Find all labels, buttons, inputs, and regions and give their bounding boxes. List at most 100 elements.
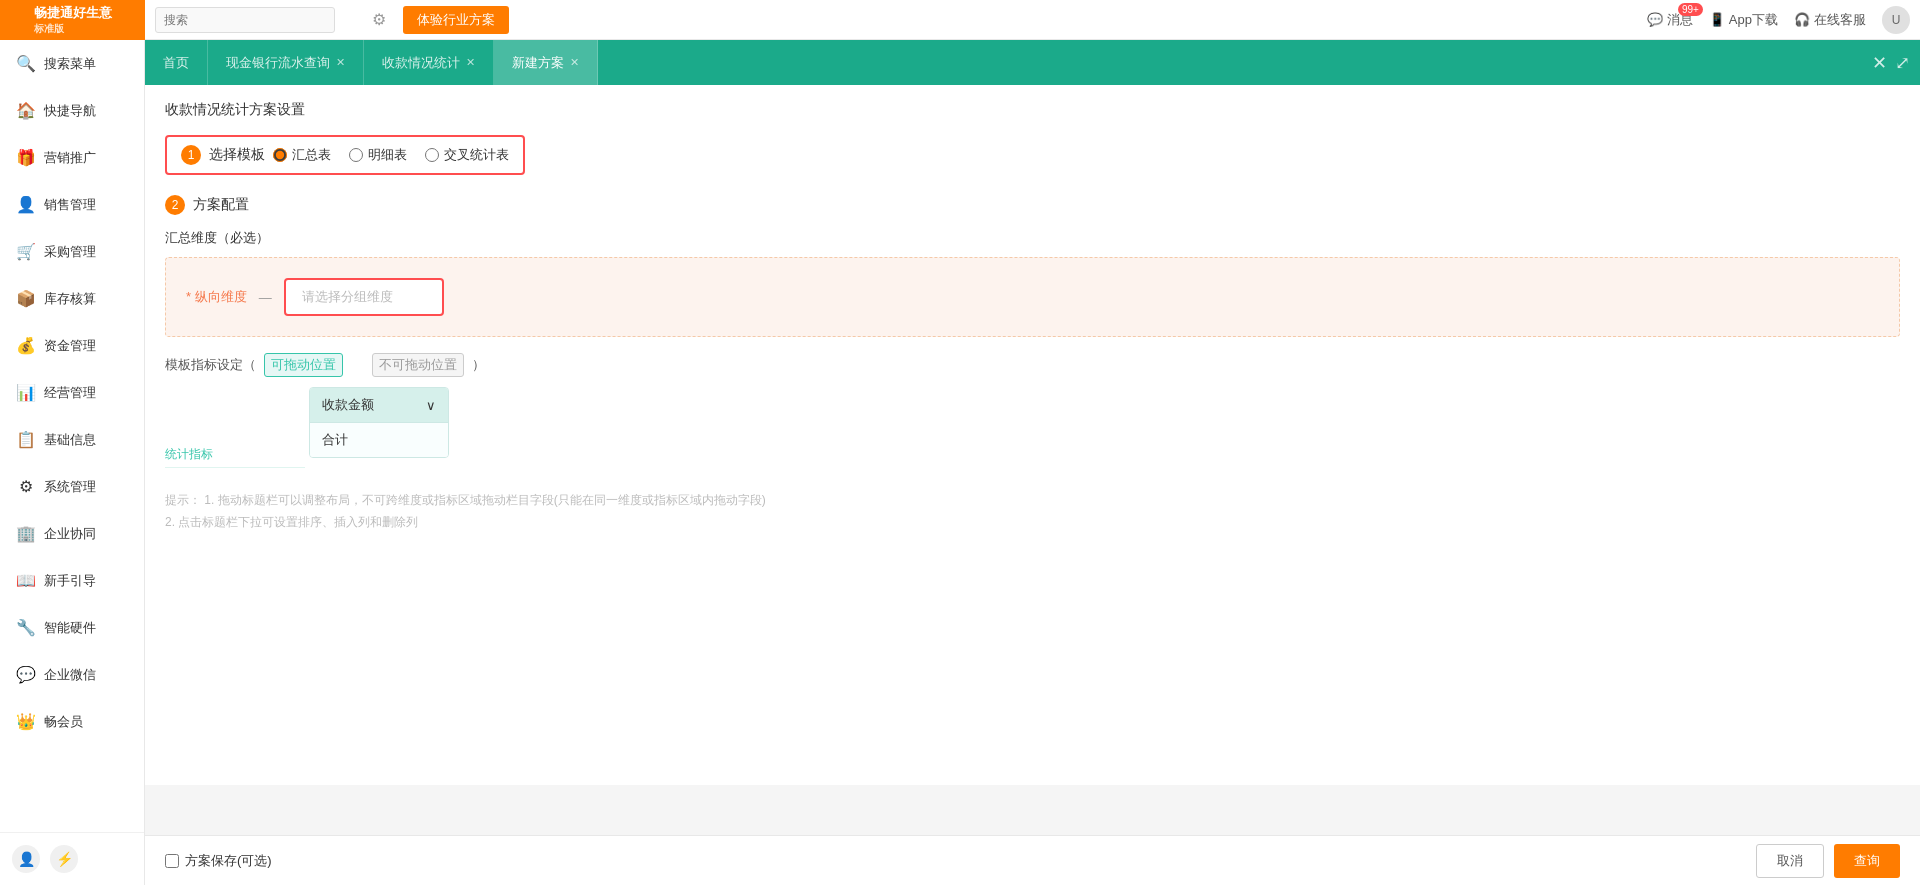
- maximize-icon[interactable]: ⤢: [1895, 52, 1910, 74]
- radio-detail-input[interactable]: [349, 148, 363, 162]
- cancel-button[interactable]: 取消: [1756, 844, 1824, 878]
- stats-area: 统计指标 收款金额 ∨ 合计: [165, 387, 1900, 474]
- trial-button[interactable]: 体验行业方案: [403, 6, 509, 34]
- dim-section: 汇总维度（必选） * 纵向维度 — 请选择分组维度: [165, 229, 1900, 337]
- search-area: [155, 7, 355, 33]
- sidebar-item-hardware[interactable]: 🔧 智能硬件: [0, 604, 144, 651]
- app-logo: 畅捷通好生意 标准版: [0, 0, 145, 40]
- radio-detail-label: 明细表: [368, 146, 407, 164]
- sidebar-item-search[interactable]: 🔍 搜索菜单: [0, 40, 144, 87]
- money-icon: 💰: [16, 336, 36, 355]
- sidebar-item-guide[interactable]: 📖 新手引导: [0, 557, 144, 604]
- tab-home[interactable]: 首页: [145, 40, 208, 85]
- step2-num: 2: [165, 195, 185, 215]
- col-dropdown-arrow[interactable]: ∨: [426, 398, 436, 413]
- tab-bar: 首页 现金银行流水查询 ✕ 收款情况统计 ✕ 新建方案 ✕ ✕ ⤢: [145, 40, 1920, 85]
- radio-cross-label: 交叉统计表: [444, 146, 509, 164]
- sidebar-item-purchase[interactable]: 🛒 采购管理: [0, 228, 144, 275]
- tab-cashflow-label: 现金银行流水查询: [226, 54, 330, 72]
- step2-label: 方案配置: [193, 196, 249, 214]
- message-badge[interactable]: 💬 消息 99+: [1647, 11, 1693, 29]
- page-title: 收款情况统计方案设置: [165, 101, 1900, 119]
- query-button[interactable]: 查询: [1834, 844, 1900, 878]
- sidebar-item-finance[interactable]: 💰 资金管理: [0, 322, 144, 369]
- indicator-table: 收款金额 ∨ 合计: [309, 387, 449, 458]
- tab-receipt-label: 收款情况统计: [382, 54, 460, 72]
- wechat-icon: 💬: [16, 665, 36, 684]
- dim-title: 汇总维度（必选）: [165, 229, 1900, 247]
- service-label: 在线客服: [1814, 11, 1866, 29]
- sidebar-item-system[interactable]: ⚙ 系统管理: [0, 463, 144, 510]
- search-input[interactable]: [155, 7, 335, 33]
- sidebar-item-label: 企业协同: [44, 525, 96, 543]
- sidebar-item-enterprise[interactable]: 🏢 企业协同: [0, 510, 144, 557]
- sidebar-item-member[interactable]: 👑 畅会员: [0, 698, 144, 745]
- sidebar-item-marketing[interactable]: 🎁 营销推广: [0, 134, 144, 181]
- sidebar-item-nav[interactable]: 🏠 快捷导航: [0, 87, 144, 134]
- sidebar-item-management[interactable]: 📊 经营管理: [0, 369, 144, 416]
- dim-placeholder: 请选择分组维度: [302, 289, 393, 304]
- tab-receipt[interactable]: 收款情况统计 ✕: [364, 40, 494, 85]
- radio-detail[interactable]: 明细表: [349, 146, 407, 164]
- dim-title-text: 汇总维度（必选）: [165, 230, 269, 245]
- sidebar-icon-1[interactable]: 👤: [12, 845, 40, 873]
- save-checkbox[interactable]: [165, 854, 179, 868]
- radio-summary-input[interactable]: [273, 148, 287, 162]
- save-option[interactable]: 方案保存(可选): [165, 852, 272, 870]
- radio-summary[interactable]: 汇总表: [273, 146, 331, 164]
- tab-receipt-close[interactable]: ✕: [466, 56, 475, 69]
- page-content: 收款情况统计方案设置 1 选择模板 汇总表: [145, 85, 1920, 835]
- sidebar-icon-2[interactable]: ⚡: [50, 845, 78, 873]
- download-label: App下载: [1729, 11, 1778, 29]
- service-link[interactable]: 🎧 在线客服: [1794, 11, 1866, 29]
- tips-section: 提示： 1. 拖动标题栏可以调整布局，不可跨维度或指标区域拖动栏目字段(只能在同…: [165, 490, 1900, 533]
- gift-icon: 🎁: [16, 148, 36, 167]
- main-layout: 🔍 搜索菜单 🏠 快捷导航 🎁 营销推广 👤 销售管理 🛒 采购管理 📦 库存核…: [0, 40, 1920, 885]
- tip-text-1: 提示： 1. 拖动标题栏可以调整布局，不可跨维度或指标区域拖动栏目字段(只能在同…: [165, 490, 766, 512]
- sidebar-item-label: 搜索菜单: [44, 55, 96, 73]
- sidebar-item-label: 销售管理: [44, 196, 96, 214]
- top-bar-right: 💬 消息 99+ 📱 App下载 🎧 在线客服 U: [1647, 6, 1910, 34]
- gear-icon[interactable]: ⚙: [365, 6, 393, 34]
- user-avatar[interactable]: U: [1882, 6, 1910, 34]
- sidebar-item-label: 营销推广: [44, 149, 96, 167]
- indicator-title-start: 模板指标设定（: [165, 356, 256, 374]
- tab-cashflow-close[interactable]: ✕: [336, 56, 345, 69]
- radio-cross[interactable]: 交叉统计表: [425, 146, 509, 164]
- dim-row: * 纵向维度 — 请选择分组维度: [186, 278, 1879, 316]
- dim-arrow: —: [259, 290, 272, 305]
- sidebar-item-inventory[interactable]: 📦 库存核算: [0, 275, 144, 322]
- download-link[interactable]: 📱 App下载: [1709, 11, 1778, 29]
- tip-text-2: 2. 点击标题栏下拉可设置排序、插入列和删除列: [165, 512, 418, 534]
- stats-label: 统计指标: [165, 440, 305, 468]
- step2-section: 2 方案配置 汇总维度（必选） * 纵向维度 —: [165, 195, 1900, 533]
- bottom-bar: 方案保存(可选) 取消 查询: [145, 835, 1920, 885]
- save-label: 方案保存(可选): [185, 852, 272, 870]
- message-icon: 💬: [1647, 12, 1663, 27]
- tab-new-plan-label: 新建方案: [512, 54, 564, 72]
- sidebar-item-wechat[interactable]: 💬 企业微信: [0, 651, 144, 698]
- sidebar-item-label: 智能硬件: [44, 619, 96, 637]
- indicator-col-header[interactable]: 收款金额 ∨: [310, 388, 448, 423]
- download-icon: 📱: [1709, 12, 1725, 27]
- sidebar-item-label: 采购管理: [44, 243, 96, 261]
- chart-icon: 📊: [16, 383, 36, 402]
- radio-cross-input[interactable]: [425, 148, 439, 162]
- tab-home-label: 首页: [163, 54, 189, 72]
- tab-new-plan-close[interactable]: ✕: [570, 56, 579, 69]
- template-radio-group: 汇总表 明细表 交叉统计表: [273, 146, 509, 164]
- tab-cashflow[interactable]: 现金银行流水查询 ✕: [208, 40, 364, 85]
- indicator-settings: 模板指标设定（ 可拖动位置 不可拖动位置 ） 统计指标 收款金额: [165, 353, 1900, 474]
- sidebar-item-basic-info[interactable]: 📋 基础信息: [0, 416, 144, 463]
- home-icon: 🏠: [16, 101, 36, 120]
- sidebar-item-sales[interactable]: 👤 销售管理: [0, 181, 144, 228]
- close-window-icon[interactable]: ✕: [1872, 52, 1887, 74]
- indicator-header: 模板指标设定（ 可拖动位置 不可拖动位置 ）: [165, 353, 1900, 377]
- tab-new-plan[interactable]: 新建方案 ✕: [494, 40, 598, 85]
- sidebar-bottom: 👤 ⚡: [0, 832, 144, 885]
- col-header-text: 收款金额: [322, 396, 374, 414]
- dim-select[interactable]: 请选择分组维度: [284, 278, 444, 316]
- person-icon: 👤: [16, 195, 36, 214]
- sidebar-item-label: 库存核算: [44, 290, 96, 308]
- cart-icon: 🛒: [16, 242, 36, 261]
